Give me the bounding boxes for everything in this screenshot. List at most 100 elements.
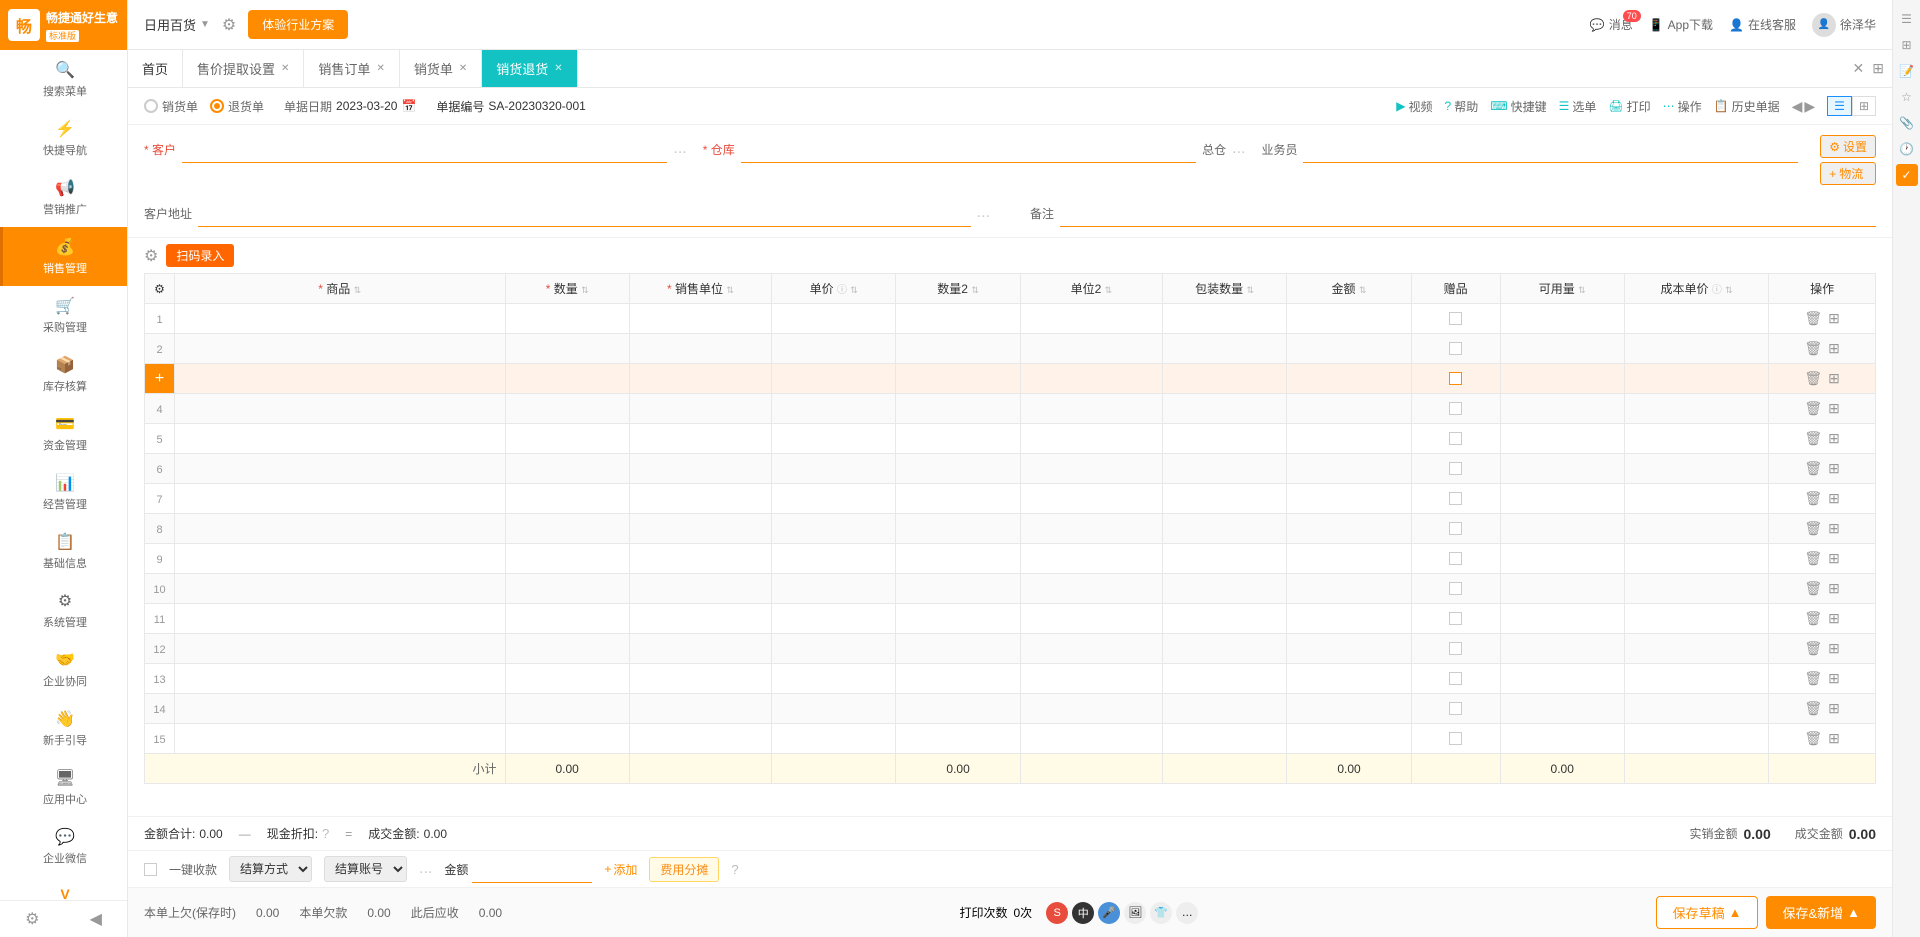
next-arrow-icon[interactable]: ▶ [1804,98,1815,115]
gift-checkbox-new[interactable] [1449,372,1462,385]
top-settings-icon[interactable]: ⚙ [222,15,236,35]
delete-row-icon[interactable]: 🗑 [1804,460,1822,477]
settlement-select[interactable]: 结算方式 现金 银行转账 [229,856,312,882]
qty-sort-icon[interactable]: ⇅ [581,285,589,295]
account-select[interactable]: 结算账号 [324,856,407,882]
product-sort-icon[interactable]: ⇅ [354,285,362,295]
sidebar-item-quicknav[interactable]: ⚡ 快捷导航 [0,109,127,168]
col-settings-icon[interactable]: ⚙ [154,282,165,296]
gift-checkbox[interactable] [1449,492,1462,505]
list-view-btn[interactable]: ☰ [1827,96,1852,116]
gift-cell[interactable] [1411,334,1500,364]
sidebar-item-sales[interactable]: 💰 销售管理 [0,227,127,286]
gift-checkbox[interactable] [1449,402,1462,415]
copy-new-icon[interactable]: ⊞ [1828,370,1840,387]
rp-star-icon[interactable]: ☆ [1896,86,1918,108]
amount-cell-new[interactable] [1287,364,1411,394]
cost-sort-icon[interactable]: ⇅ [1725,285,1733,295]
help-action[interactable]: ? 帮助 [1445,98,1479,115]
delete-row-icon[interactable]: 🗑 [1804,730,1822,747]
rp-active-icon[interactable]: ✓ [1896,164,1918,186]
tab-price-settings[interactable]: 售价提取设置 ✕ [183,50,304,87]
delete-row-icon[interactable]: 🗑 [1804,550,1822,567]
calendar-icon[interactable]: 📅 [401,99,416,113]
extra-icon[interactable]: … [1176,902,1198,924]
zh-icon[interactable]: 中 [1072,902,1094,924]
daily-goods-selector[interactable]: 日用百货 ▼ [144,15,210,34]
sidebar-item-appcenter[interactable]: 🖥 应用中心 [0,758,127,817]
collapse-sidebar-icon[interactable]: ◀ [90,909,102,929]
avail-cell[interactable] [1500,334,1624,364]
unit-sort-icon[interactable]: ⇅ [726,285,734,295]
avail-cell-new[interactable] [1500,364,1624,394]
rp-attachment-icon[interactable]: 📎 [1896,112,1918,134]
expand-tabs-icon[interactable]: ⊞ [1872,60,1884,77]
online-service-item[interactable]: 👤 在线客服 [1729,16,1796,33]
add-row-cell[interactable]: + [145,364,175,394]
copy-row-icon[interactable]: ⊞ [1828,460,1840,477]
grid-view-btn[interactable]: ⊞ [1852,96,1876,116]
delete-new-icon[interactable]: 🗑 [1804,370,1822,387]
add-row-icon[interactable]: + [155,370,164,387]
packqty-cell[interactable] [1162,304,1286,334]
qty2-sort-icon[interactable]: ⇅ [971,285,979,295]
history-action[interactable]: 📋 历史单据 [1714,98,1780,115]
cost-cell[interactable] [1624,304,1768,334]
avail-cell[interactable] [1500,304,1624,334]
sidebar-item-member[interactable]: V 畅会员 [0,876,127,900]
delete-row-icon[interactable]: 🗑 [1804,310,1822,327]
tab-return-close-icon[interactable]: ✕ [554,63,562,74]
unit2-cell[interactable] [1020,304,1162,334]
product-cell[interactable] [175,334,506,364]
rp-notes-icon[interactable]: 📝 [1896,60,1918,82]
select-action[interactable]: ☰ 选单 [1559,98,1597,115]
unit-cell[interactable] [629,304,771,334]
sidebar-item-search[interactable]: 🔍 搜索菜单 [0,50,127,109]
customer-input[interactable] [182,135,667,163]
copy-row-icon[interactable]: ⊞ [1828,430,1840,447]
copy-row-icon[interactable]: ⊞ [1828,700,1840,717]
qty-cell[interactable] [505,334,629,364]
account-dots-icon[interactable]: ... [419,860,432,878]
experience-button[interactable]: 体验行业方案 [248,10,348,39]
gift-checkbox[interactable] [1449,432,1462,445]
cost-cell-new[interactable] [1624,364,1768,394]
qty2-cell-new[interactable] [896,364,1020,394]
delete-row-icon[interactable]: 🗑 [1804,400,1822,417]
unit2-cell-new[interactable] [1020,364,1162,394]
radio-sales[interactable]: 销货单 [144,98,198,115]
tab-sales-order-close-icon[interactable]: ✕ [376,63,384,74]
gift-checkbox[interactable] [1449,582,1462,595]
gift-checkbox[interactable] [1449,612,1462,625]
tab-home[interactable]: 首页 [128,50,183,87]
delete-row-icon[interactable]: 🗑 [1804,340,1822,357]
sidebar-item-purchase[interactable]: 🛒 采购管理 [0,286,127,345]
img-icon[interactable]: 🖼 [1124,902,1146,924]
gift-checkbox[interactable] [1449,522,1462,535]
salesperson-input[interactable] [1303,135,1798,163]
packqty-cell[interactable] [1162,334,1286,364]
gift-checkbox[interactable] [1449,342,1462,355]
unit-cell-new[interactable] [629,364,771,394]
sidebar-item-weixin[interactable]: 💬 企业微信 [0,817,127,876]
print-action[interactable]: 🖨 打印 [1608,98,1650,115]
payment-amount-input[interactable] [472,855,592,883]
fee-split-btn[interactable]: 费用分摊 [649,857,719,882]
video-action[interactable]: ▶ 视频 [1396,98,1432,115]
delete-row-icon[interactable]: 🗑 [1804,430,1822,447]
tab-sales-return[interactable]: 销货退货 ✕ [482,50,577,87]
logistics-btn[interactable]: + 物流 [1820,162,1876,185]
sidebar-item-marketing[interactable]: 📢 营销推广 [0,168,127,227]
delete-row-icon[interactable]: 🗑 [1804,640,1822,657]
message-item[interactable]: 💬 消息 70 [1590,16,1633,33]
product-cell[interactable] [175,304,506,334]
unit-cell[interactable] [629,334,771,364]
tshirt-icon[interactable]: 👕 [1150,902,1172,924]
copy-row-icon[interactable]: ⊞ [1828,490,1840,507]
user-item[interactable]: 👤 徐泽华 [1812,13,1876,37]
product-input-new[interactable] [179,371,501,386]
gift-cell[interactable] [1411,304,1500,334]
unit2-sort-icon[interactable]: ⇅ [1105,285,1113,295]
copy-row-icon[interactable]: ⊞ [1828,670,1840,687]
tab-delivery-close-icon[interactable]: ✕ [459,63,467,74]
